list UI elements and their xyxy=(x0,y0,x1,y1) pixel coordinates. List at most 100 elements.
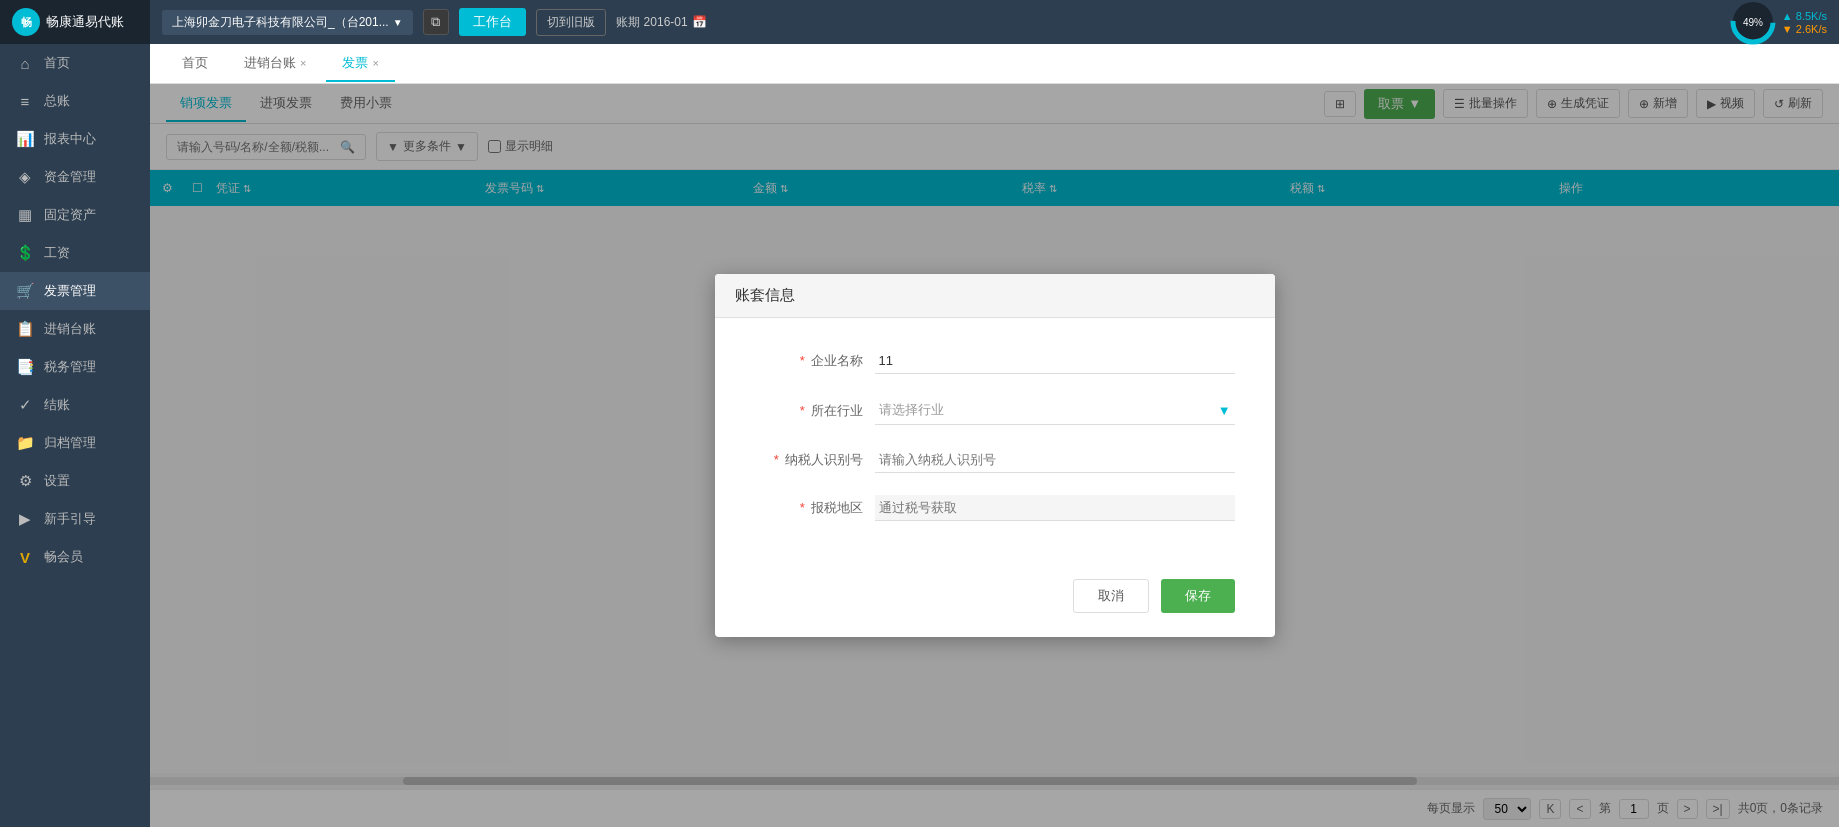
sidebar-item-report[interactable]: 📊 报表中心 xyxy=(0,120,150,158)
speed-percent: 49% xyxy=(1743,17,1763,28)
sidebar-item-label: 新手引导 xyxy=(44,510,96,528)
sidebar-item-checkout[interactable]: ✓ 结账 xyxy=(0,386,150,424)
sidebar-item-settings[interactable]: ⚙ 设置 xyxy=(0,462,150,500)
required-marker: * xyxy=(774,452,779,467)
home-icon: ⌂ xyxy=(16,55,34,72)
sidebar-item-label: 设置 xyxy=(44,472,70,490)
sidebar-item-label: 进销台账 xyxy=(44,320,96,338)
required-marker: * xyxy=(800,403,805,418)
asset-icon: ▦ xyxy=(16,206,34,224)
sidebar-item-label: 首页 xyxy=(44,54,70,72)
sidebar-item-label: 总账 xyxy=(44,92,70,110)
required-marker: * xyxy=(800,353,805,368)
tab-bar: 首页 进销台账 × 发票 × xyxy=(150,44,1839,84)
form-row-tax-id: * 纳税人识别号 xyxy=(755,447,1235,473)
company-name-input[interactable] xyxy=(875,348,1235,374)
sidebar-item-label: 税务管理 xyxy=(44,358,96,376)
tab-close-invoice[interactable]: × xyxy=(372,57,378,69)
sidebar-item-salary[interactable]: 💲 工资 xyxy=(0,234,150,272)
dialog-title: 账套信息 xyxy=(715,274,1275,318)
sidebar: 畅 畅康通易代账 ⌂ 首页 ≡ 总账 📊 报表中心 ◈ 资金管理 ▦ 固定资产 … xyxy=(0,0,150,827)
workbench-button[interactable]: 工作台 xyxy=(459,8,526,36)
sidebar-item-asset[interactable]: ▦ 固定资产 xyxy=(0,196,150,234)
topbar: 上海卯金刀电子科技有限公司_（台201... ▼ ⧉ 工作台 切到旧版 账期 2… xyxy=(150,0,1839,44)
member-icon: V xyxy=(16,549,34,566)
content-wrapper: 销项发票 进项发票 费用小票 ⊞ 取票 ▼ ☰ 批量操作 ⊕ xyxy=(150,84,1839,827)
speed-stats: ▲ 8.5K/s ▼ 2.6K/s xyxy=(1782,10,1827,35)
tab-home-label: 首页 xyxy=(182,54,208,72)
tab-close-purchase[interactable]: × xyxy=(300,57,306,69)
period-value: 2016-01 xyxy=(644,15,688,29)
tax-region-label: * 报税地区 xyxy=(755,499,875,517)
old-version-button[interactable]: 切到旧版 xyxy=(536,9,606,36)
guide-icon: ▶ xyxy=(16,510,34,528)
sidebar-item-label: 报表中心 xyxy=(44,130,96,148)
company-selector[interactable]: 上海卯金刀电子科技有限公司_（台201... ▼ xyxy=(162,10,413,35)
sidebar-item-label: 发票管理 xyxy=(44,282,96,300)
period-display: 账期 2016-01 📅 xyxy=(616,14,707,31)
account-info-dialog: 账套信息 * 企业名称 * 所在行业 xyxy=(715,274,1275,637)
ledger-icon: ≡ xyxy=(16,93,34,110)
tab-home[interactable]: 首页 xyxy=(166,46,224,82)
copy-button[interactable]: ⧉ xyxy=(423,9,449,35)
sidebar-item-finance[interactable]: ◈ 资金管理 xyxy=(0,158,150,196)
company-dropdown-icon: ▼ xyxy=(393,17,403,28)
form-row-company: * 企业名称 xyxy=(755,348,1235,374)
save-button[interactable]: 保存 xyxy=(1161,579,1235,613)
logo-icon: 畅 xyxy=(12,8,40,36)
sidebar-item-label: 工资 xyxy=(44,244,70,262)
sidebar-item-label: 资金管理 xyxy=(44,168,96,186)
dialog-body: * 企业名称 * 所在行业 请选择行业 ▼ xyxy=(715,318,1275,563)
app-name: 畅康通易代账 xyxy=(46,13,124,31)
period-label: 账期 xyxy=(616,14,640,31)
sidebar-item-member[interactable]: V 畅会员 xyxy=(0,538,150,576)
sidebar-item-label: 结账 xyxy=(44,396,70,414)
sidebar-item-invoice[interactable]: 🛒 发票管理 xyxy=(0,272,150,310)
calendar-icon[interactable]: 📅 xyxy=(692,15,707,29)
sidebar-item-label: 畅会员 xyxy=(44,548,83,566)
industry-label: * 所在行业 xyxy=(755,402,875,420)
tax-icon: 📑 xyxy=(16,358,34,376)
app-logo: 畅 畅康通易代账 xyxy=(0,0,150,44)
modal-overlay: 账套信息 * 企业名称 * 所在行业 xyxy=(150,84,1839,827)
sidebar-item-label: 固定资产 xyxy=(44,206,96,224)
tab-purchase[interactable]: 进销台账 × xyxy=(228,46,322,82)
topbar-right: 49% ▲ 8.5K/s ▼ 2.6K/s xyxy=(1730,0,1827,45)
speed-circle: 49% xyxy=(1730,0,1776,45)
sidebar-item-ledger[interactable]: ≡ 总账 xyxy=(0,82,150,120)
sidebar-item-archive[interactable]: 📁 归档管理 xyxy=(0,424,150,462)
sidebar-item-label: 归档管理 xyxy=(44,434,96,452)
dialog-footer: 取消 保存 xyxy=(715,563,1275,637)
tax-id-label: * 纳税人识别号 xyxy=(755,451,875,469)
copy-icon: ⧉ xyxy=(431,14,440,30)
archive-icon: 📁 xyxy=(16,434,34,452)
report-icon: 📊 xyxy=(16,130,34,148)
cancel-button[interactable]: 取消 xyxy=(1073,579,1149,613)
salary-icon: 💲 xyxy=(16,244,34,262)
speed-upload: ▲ 8.5K/s xyxy=(1782,10,1827,22)
industry-dropdown-icon: ▼ xyxy=(1218,403,1231,418)
speed-download: ▼ 2.6K/s xyxy=(1782,23,1827,35)
purchase-icon: 📋 xyxy=(16,320,34,338)
tab-purchase-label: 进销台账 xyxy=(244,54,296,72)
company-name-label: * 企业名称 xyxy=(755,352,875,370)
form-row-tax-region: * 报税地区 xyxy=(755,495,1235,521)
form-row-industry: * 所在行业 请选择行业 ▼ xyxy=(755,396,1235,425)
finance-icon: ◈ xyxy=(16,168,34,186)
sidebar-item-home[interactable]: ⌂ 首页 xyxy=(0,44,150,82)
network-indicator: 49% ▲ 8.5K/s ▼ 2.6K/s xyxy=(1730,0,1827,45)
main-area: 上海卯金刀电子科技有限公司_（台201... ▼ ⧉ 工作台 切到旧版 账期 2… xyxy=(150,0,1839,827)
tax-region-input xyxy=(875,495,1235,521)
company-name: 上海卯金刀电子科技有限公司_（台201... xyxy=(172,14,389,31)
invoice-icon: 🛒 xyxy=(16,282,34,300)
checkout-icon: ✓ xyxy=(16,396,34,414)
industry-select[interactable]: 请选择行业 ▼ xyxy=(875,396,1235,425)
required-marker: * xyxy=(800,500,805,515)
tab-invoice-label: 发票 xyxy=(342,54,368,72)
tab-invoice[interactable]: 发票 × xyxy=(326,46,394,82)
sidebar-item-tax[interactable]: 📑 税务管理 xyxy=(0,348,150,386)
sidebar-item-purchase[interactable]: 📋 进销台账 xyxy=(0,310,150,348)
sidebar-item-guide[interactable]: ▶ 新手引导 xyxy=(0,500,150,538)
tax-id-input[interactable] xyxy=(875,447,1235,473)
industry-placeholder: 请选择行业 xyxy=(879,401,944,419)
